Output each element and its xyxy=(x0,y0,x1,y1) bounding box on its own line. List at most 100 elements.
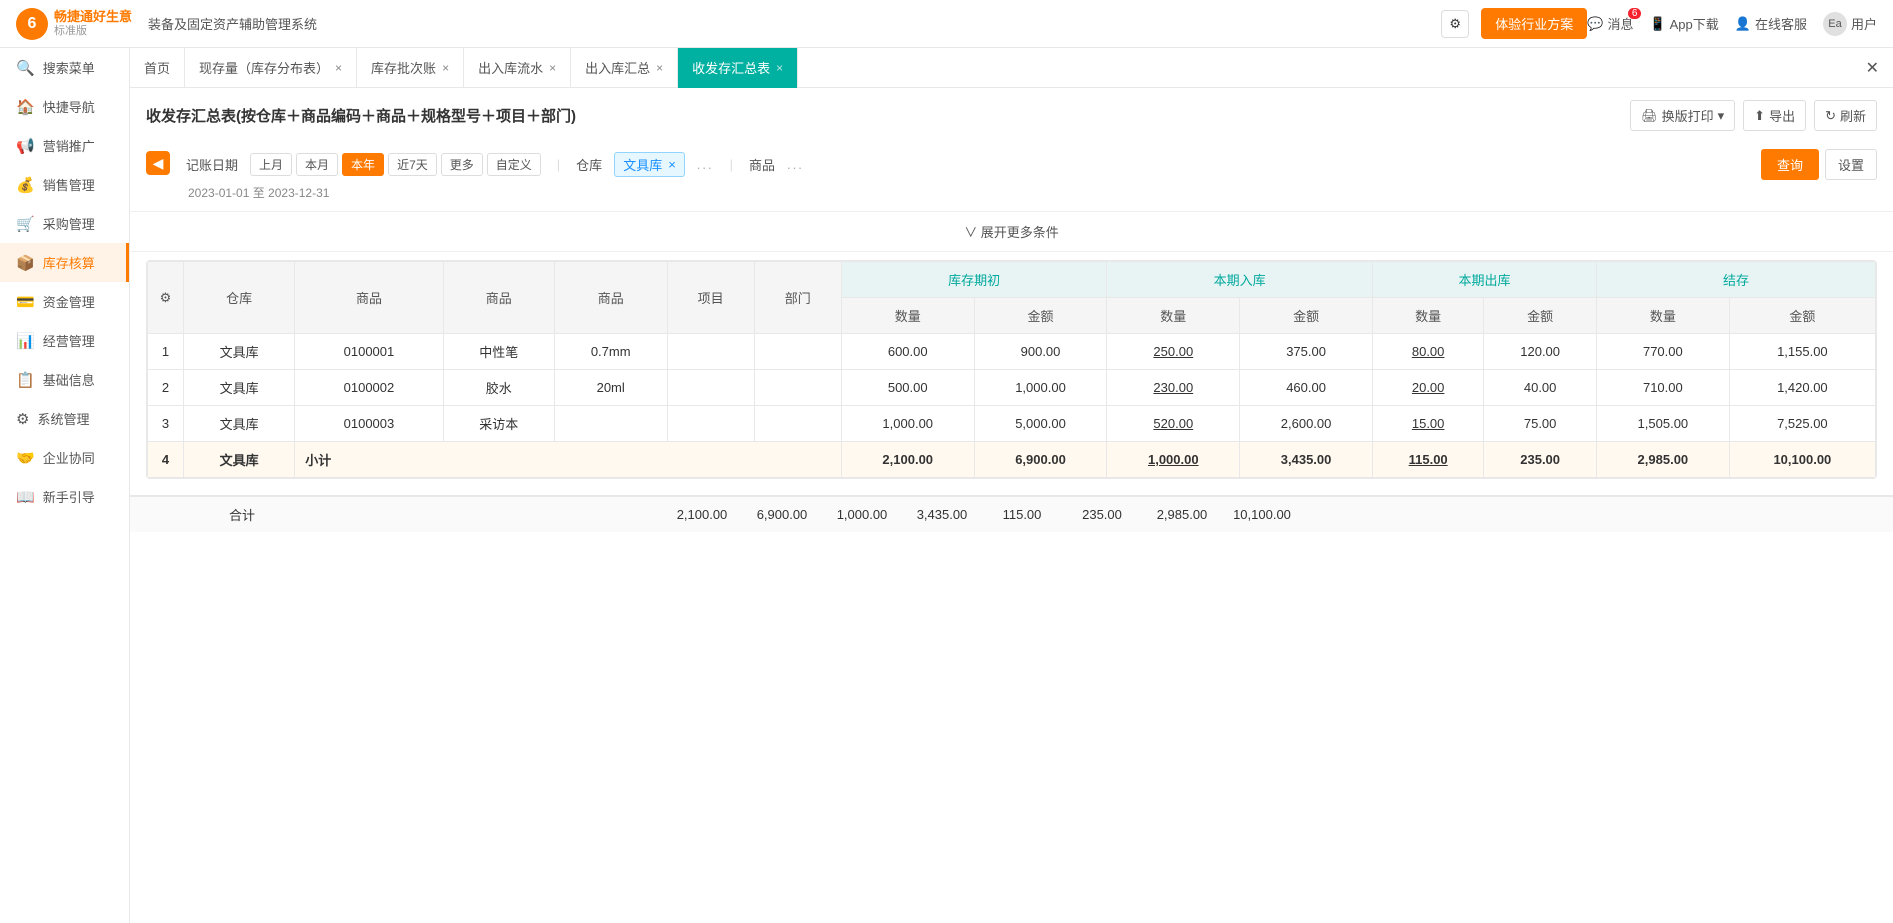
cell-out-qty[interactable]: 20.00 xyxy=(1372,370,1483,406)
sidebar-item-base-info[interactable]: 📋基础信息 xyxy=(0,360,129,399)
tab-label-batch: 库存批次账 xyxy=(371,58,436,77)
sidebar-item-inventory[interactable]: 📦库存核算 xyxy=(0,243,129,282)
sidebar-item-quick-nav[interactable]: 🏠快捷导航 xyxy=(0,87,129,126)
footer-bal-amt: 10,100.00 xyxy=(1222,507,1302,522)
cell-out-qty[interactable]: 80.00 xyxy=(1372,334,1483,370)
col-group-in: 本期入库 xyxy=(1107,262,1373,298)
footer-label: 合计 xyxy=(182,505,302,524)
table-row: 1 文具库 0100001 中性笔 0.7mm 600.00 900.00 25… xyxy=(148,334,1876,370)
col-out-amt: 金额 xyxy=(1484,298,1597,334)
cell-project xyxy=(667,334,754,370)
logo-subtitle: 标准版 xyxy=(54,25,132,38)
query-button[interactable]: 查询 xyxy=(1761,149,1819,180)
subtotal-open-qty: 2,100.00 xyxy=(841,442,974,478)
filter-toggle-button[interactable]: ◀ xyxy=(146,151,170,175)
cell-goods-name: 胶水 xyxy=(443,370,554,406)
table-row: 3 文具库 0100003 采访本 1,000.00 5,000.00 520.… xyxy=(148,406,1876,442)
cell-bal-amt: 7,525.00 xyxy=(1729,406,1875,442)
tab-close-receive-sum[interactable]: × xyxy=(776,61,783,75)
tab-stock-dist[interactable]: 现存量（库存分布表）× xyxy=(185,48,357,88)
sidebar-item-finance[interactable]: 💳 资金管理 xyxy=(0,282,129,321)
sidebar-label-finance: 资金管理 xyxy=(43,292,95,311)
sidebar-item-marketing[interactable]: 📢营销推广 xyxy=(0,126,129,165)
subtotal-no: 4 xyxy=(148,442,184,478)
subtotal-in-amt: 3,435.00 xyxy=(1240,442,1373,478)
cell-in-qty[interactable]: 250.00 xyxy=(1107,334,1240,370)
cell-dept xyxy=(754,334,841,370)
subtotal-out-qty: 115.00 xyxy=(1372,442,1483,478)
app-download-button[interactable]: 📱 App下载 xyxy=(1649,14,1718,33)
col-out-qty: 数量 xyxy=(1372,298,1483,334)
cell-warehouse: 文具库 xyxy=(184,334,295,370)
sidebar-item-sales[interactable]: 💰销售管理 xyxy=(0,165,129,204)
sidebar-item-operations[interactable]: 📊经营管理 xyxy=(0,321,129,360)
sidebar-icon-finance: 💳 xyxy=(16,293,35,311)
tab-close-stock-dist[interactable]: × xyxy=(335,61,342,75)
cell-in-qty[interactable]: 230.00 xyxy=(1107,370,1240,406)
cell-warehouse: 文具库 xyxy=(184,406,295,442)
close-tab-button[interactable]: ✕ xyxy=(1852,58,1893,78)
chevron-down-icon: ▾ xyxy=(1718,108,1725,124)
cell-goods-spec: 20ml xyxy=(554,370,667,406)
cell-in-amt: 375.00 xyxy=(1240,334,1373,370)
tab-label-inout-flow: 出入库流水 xyxy=(478,58,543,77)
cell-out-qty[interactable]: 15.00 xyxy=(1372,406,1483,442)
message-button[interactable]: 💬 消息 6 xyxy=(1587,14,1633,33)
service-icon: 👤 xyxy=(1735,16,1751,32)
sidebar-item-search[interactable]: 🔍搜索菜单 xyxy=(0,48,129,87)
online-service-button[interactable]: 👤 在线客服 xyxy=(1735,14,1807,33)
tab-inout-flow[interactable]: 出入库流水 × xyxy=(464,48,571,88)
expand-button[interactable]: ∨ 展开更多条件 xyxy=(956,218,1067,245)
tab-receive-sum[interactable]: 收发存汇总表× xyxy=(678,48,798,88)
settings-icon[interactable]: ⚙ xyxy=(1441,10,1469,38)
refresh-button[interactable]: ↻ 刷新 xyxy=(1814,100,1877,131)
tab-close-inout-sum[interactable]: × xyxy=(656,61,663,75)
user-button[interactable]: Ea 用户 xyxy=(1823,12,1877,36)
table-subtotal-row: 4 文具库 小计 2,100.00 6,900.00 1,000.00 3,43… xyxy=(148,442,1876,478)
warehouse-more-dots[interactable]: ... xyxy=(697,157,714,172)
tab-close-batch[interactable]: × xyxy=(442,61,449,75)
print-icon: 🖨 xyxy=(1641,108,1658,124)
tab-bar: 首页现存量（库存分布表）×库存批次账×出入库流水×出入库汇总×收发存汇总表× ✕ xyxy=(130,48,1893,88)
subtotal-out-amt: 235.00 xyxy=(1484,442,1597,478)
date-btn-more[interactable]: 更多 xyxy=(441,153,483,176)
sidebar-icon-guide: 📖 xyxy=(16,488,35,506)
col-group-out: 本期出库 xyxy=(1372,262,1596,298)
print-button[interactable]: 🖨 换版打印 ▾ xyxy=(1630,100,1735,131)
tab-label-inout-sum: 出入库汇总 xyxy=(585,58,650,77)
cell-goods-code: 0100001 xyxy=(295,334,443,370)
tab-close-inout-flow[interactable]: × xyxy=(549,61,556,75)
message-icon: 💬 xyxy=(1587,16,1603,32)
cell-open-amt: 5,000.00 xyxy=(974,406,1107,442)
footer-out-qty: 115.00 xyxy=(982,507,1062,522)
industry-button[interactable]: 体验行业方案 xyxy=(1481,8,1587,39)
table-settings-col[interactable]: ⚙ xyxy=(148,262,184,334)
settings-button[interactable]: 设置 xyxy=(1825,149,1877,180)
cell-in-qty[interactable]: 520.00 xyxy=(1107,406,1240,442)
export-button[interactable]: ⬆ 导出 xyxy=(1743,100,1806,131)
sidebar-item-purchase[interactable]: 🛒采购管理 xyxy=(0,204,129,243)
cell-no: 3 xyxy=(148,406,184,442)
warehouse-tag-close[interactable]: × xyxy=(668,157,676,172)
cell-bal-qty: 1,505.00 xyxy=(1596,406,1729,442)
date-btn-last-month[interactable]: 上月 xyxy=(250,153,292,176)
message-badge: 6 xyxy=(1628,8,1642,19)
sidebar-item-enterprise[interactable]: 🤝企业协同 xyxy=(0,438,129,477)
date-btn-this-year[interactable]: 本年 xyxy=(342,153,384,176)
tab-batch[interactable]: 库存批次账 × xyxy=(357,48,464,88)
goods-more-dots[interactable]: ... xyxy=(787,157,804,172)
logo-icon: 6 xyxy=(16,8,48,40)
cell-project xyxy=(667,370,754,406)
warehouse-label: 仓库 xyxy=(576,155,602,174)
tab-label-home: 首页 xyxy=(144,58,170,77)
cell-goods-spec xyxy=(554,406,667,442)
sidebar-item-system[interactable]: ⚙系统管理 xyxy=(0,399,129,438)
date-btn-this-month[interactable]: 本月 xyxy=(296,153,338,176)
date-btn-7days[interactable]: 近7天 xyxy=(388,153,437,176)
sidebar-item-guide[interactable]: 📖新手引导 xyxy=(0,477,129,516)
export-icon: ⬆ xyxy=(1754,108,1765,124)
tab-inout-sum[interactable]: 出入库汇总 × xyxy=(571,48,678,88)
tab-home[interactable]: 首页 xyxy=(130,48,185,88)
date-btn-custom[interactable]: 自定义 xyxy=(487,153,541,176)
col-bal-amt: 金额 xyxy=(1729,298,1875,334)
